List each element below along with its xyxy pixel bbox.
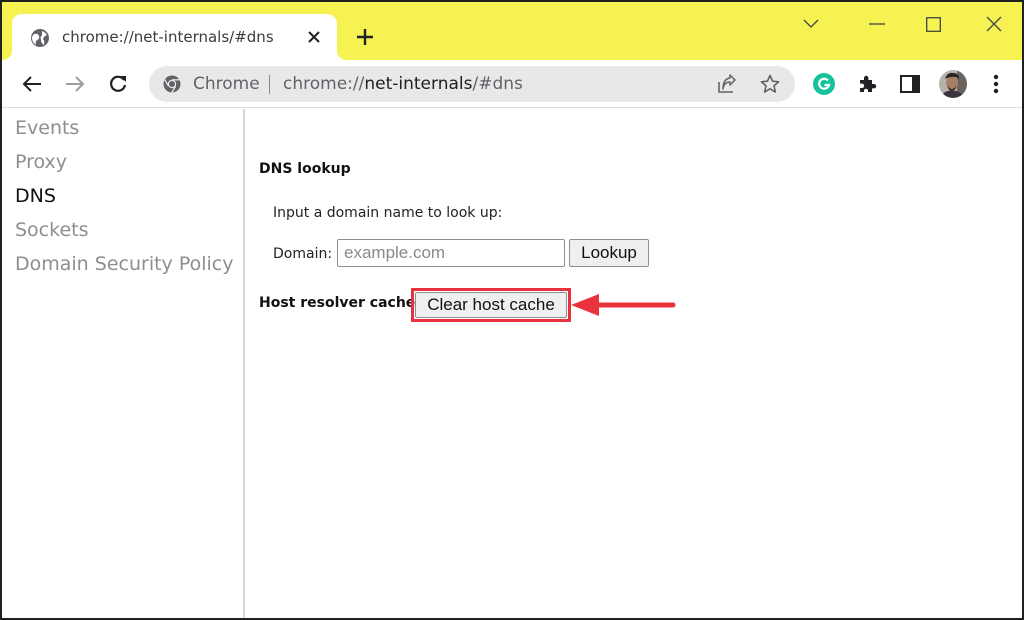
close-icon[interactable] — [982, 12, 1006, 36]
domain-input[interactable] — [337, 239, 565, 267]
sidebar: Events Proxy DNS Sockets Domain Security… — [2, 109, 245, 618]
chevron-down-icon[interactable] — [799, 12, 823, 36]
puzzle-icon[interactable] — [855, 72, 879, 96]
omnibox[interactable]: Chrome chrome://net-internals/#dns — [149, 66, 795, 102]
tab-net-internals[interactable]: chrome://net-internals/#dns — [2, 14, 347, 60]
main-content: DNS lookup Input a domain name to look u… — [247, 109, 1022, 618]
host-resolver-cache-heading: Host resolver cache — [259, 295, 416, 311]
plus-icon[interactable] — [354, 26, 376, 48]
omnibox-separator — [269, 75, 270, 94]
arrow-right-icon[interactable] — [63, 72, 87, 96]
url-path: /#dns — [472, 74, 523, 94]
url-text[interactable]: chrome://net-internals/#dns — [283, 74, 523, 94]
minimize-icon[interactable] — [865, 12, 889, 36]
tab-strip: chrome://net-internals/#dns — [2, 2, 1022, 60]
domain-label: Domain: — [273, 246, 333, 262]
lookup-instruction: Input a domain name to look up: — [273, 205, 503, 221]
reload-icon[interactable] — [106, 72, 130, 96]
lookup-button[interactable]: Lookup — [569, 239, 649, 267]
annotation-arrow-icon — [571, 294, 676, 316]
star-icon[interactable] — [760, 74, 780, 94]
sidebar-item-domain-security-policy[interactable]: Domain Security Policy — [15, 253, 233, 275]
tab-title: chrome://net-internals/#dns — [62, 28, 274, 46]
arrow-left-icon[interactable] — [20, 72, 44, 96]
clear-host-cache-button[interactable]: Clear host cache — [415, 292, 567, 318]
site-chip-label: Chrome — [193, 74, 260, 94]
share-icon[interactable] — [717, 74, 737, 94]
url-host: net-internals — [364, 74, 473, 94]
maximize-icon[interactable] — [921, 12, 945, 36]
globe-icon — [30, 28, 50, 48]
sidebar-item-sockets[interactable]: Sockets — [15, 219, 89, 241]
avatar[interactable] — [939, 70, 967, 98]
chrome-logo-icon — [163, 75, 181, 93]
close-tab-icon[interactable] — [304, 27, 324, 47]
sidebar-item-proxy[interactable]: Proxy — [15, 151, 67, 173]
grammarly-icon[interactable] — [812, 72, 836, 96]
browser-window: chrome://net-internals/#dns Chrome chrom… — [0, 0, 1024, 620]
sidebar-item-dns[interactable]: DNS — [15, 185, 56, 207]
more-vert-icon[interactable] — [984, 72, 1008, 96]
sidebar-item-events[interactable]: Events — [15, 117, 79, 139]
toolbar: Chrome chrome://net-internals/#dns — [2, 60, 1022, 108]
url-scheme: chrome:// — [283, 74, 365, 94]
side-panel-icon[interactable] — [898, 72, 922, 96]
dns-lookup-heading: DNS lookup — [259, 161, 351, 177]
